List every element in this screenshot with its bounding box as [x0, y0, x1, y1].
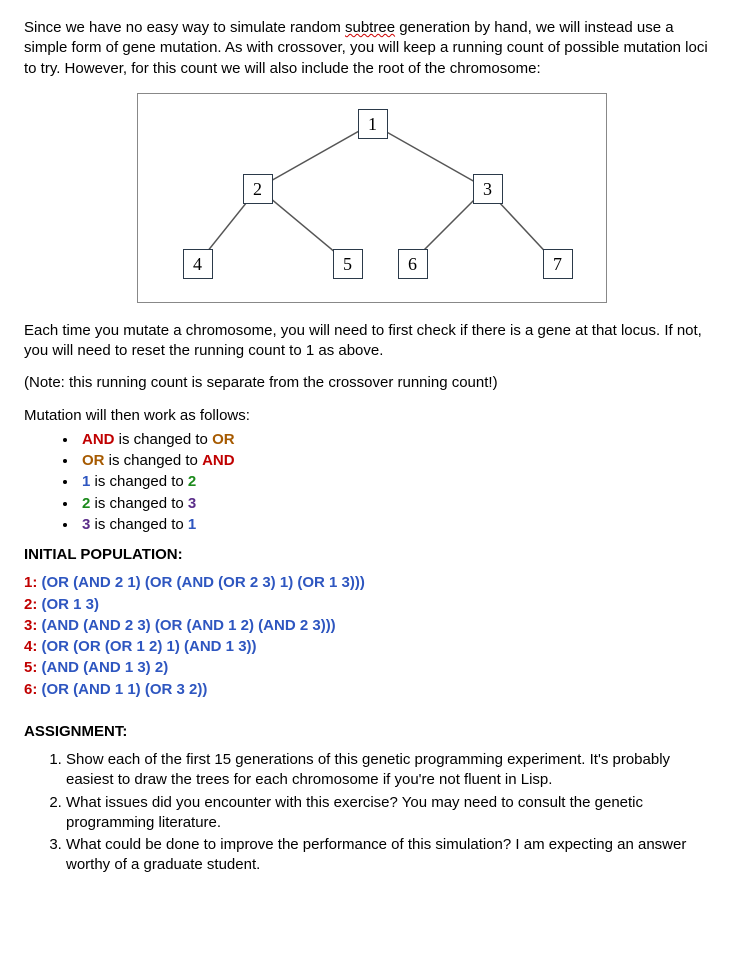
tree-diagram: 1 2 3 4 5 6 7 [137, 93, 607, 303]
population-item: 5: (AND (AND 1 3) 2) [24, 658, 719, 678]
rule-item: AND is changed to OR [78, 430, 719, 450]
rule-term-b: 3 [188, 495, 196, 512]
population-number: 1: [24, 574, 37, 591]
tree-node-6: 6 [398, 249, 428, 279]
intro-squiggle-word: subtree [345, 19, 395, 36]
rule-item: OR is changed to AND [78, 451, 719, 471]
population-item: 2: (OR 1 3) [24, 595, 719, 615]
population-number: 3: [24, 617, 37, 634]
population-expr: (OR 1 3) [37, 596, 99, 613]
mutation-rules-list: AND is changed to OR OR is changed to AN… [24, 430, 719, 535]
assignment-item: What could be done to improve the perfor… [66, 835, 719, 876]
rule-item: 3 is changed to 1 [78, 515, 719, 535]
assignment-heading: ASSIGNMENT: [24, 722, 719, 742]
rule-term-b: AND [202, 452, 235, 469]
tree-node-7: 7 [543, 249, 573, 279]
tree-node-3: 3 [473, 174, 503, 204]
rule-term-a: OR [82, 452, 105, 469]
after-tree-p2: (Note: this running count is separate fr… [24, 373, 719, 393]
rule-term-a: AND [82, 431, 115, 448]
assignment-item: Show each of the first 15 generations of… [66, 750, 719, 791]
population-item: 4: (OR (OR (OR 1 2) 1) (AND 1 3)) [24, 637, 719, 657]
population-expr: (OR (OR (OR 1 2) 1) (AND 1 3)) [37, 638, 256, 655]
population-expr: (AND (AND 2 3) (OR (AND 1 2) (AND 2 3))) [37, 617, 335, 634]
assignment-item: What issues did you encounter with this … [66, 793, 719, 834]
tree-node-2: 2 [243, 174, 273, 204]
population-number: 2: [24, 596, 37, 613]
tree-node-1: 1 [358, 109, 388, 139]
rule-term-b: 1 [188, 516, 196, 533]
population-number: 4: [24, 638, 37, 655]
population-list: 1: (OR (AND 2 1) (OR (AND (OR 2 3) 1) (O… [24, 573, 719, 700]
rule-mid: is changed to [90, 516, 188, 533]
rule-item: 1 is changed to 2 [78, 472, 719, 492]
mutation-intro: Mutation will then work as follows: [24, 406, 719, 426]
population-number: 6: [24, 681, 37, 698]
intro-paragraph: Since we have no easy way to simulate ra… [24, 18, 719, 79]
population-expr: (OR (AND 1 1) (OR 3 2)) [37, 681, 207, 698]
population-number: 5: [24, 659, 37, 676]
population-expr: (AND (AND 1 3) 2) [37, 659, 168, 676]
population-item: 6: (OR (AND 1 1) (OR 3 2)) [24, 680, 719, 700]
population-item: 1: (OR (AND 2 1) (OR (AND (OR 2 3) 1) (O… [24, 573, 719, 593]
rule-mid: is changed to [90, 473, 188, 490]
after-tree-p1: Each time you mutate a chromosome, you w… [24, 321, 719, 362]
initial-population-heading: INITIAL POPULATION: [24, 545, 719, 565]
rule-mid: is changed to [115, 431, 213, 448]
rule-term-b: OR [212, 431, 235, 448]
rule-term-b: 2 [188, 473, 196, 490]
intro-pre: Since we have no easy way to simulate ra… [24, 19, 345, 36]
rule-mid: is changed to [105, 452, 203, 469]
population-item: 3: (AND (AND 2 3) (OR (AND 1 2) (AND 2 3… [24, 616, 719, 636]
population-expr: (OR (AND 2 1) (OR (AND (OR 2 3) 1) (OR 1… [37, 574, 365, 591]
tree-node-5: 5 [333, 249, 363, 279]
assignment-list: Show each of the first 15 generations of… [24, 750, 719, 876]
rule-item: 2 is changed to 3 [78, 494, 719, 514]
tree-node-4: 4 [183, 249, 213, 279]
rule-mid: is changed to [90, 495, 188, 512]
